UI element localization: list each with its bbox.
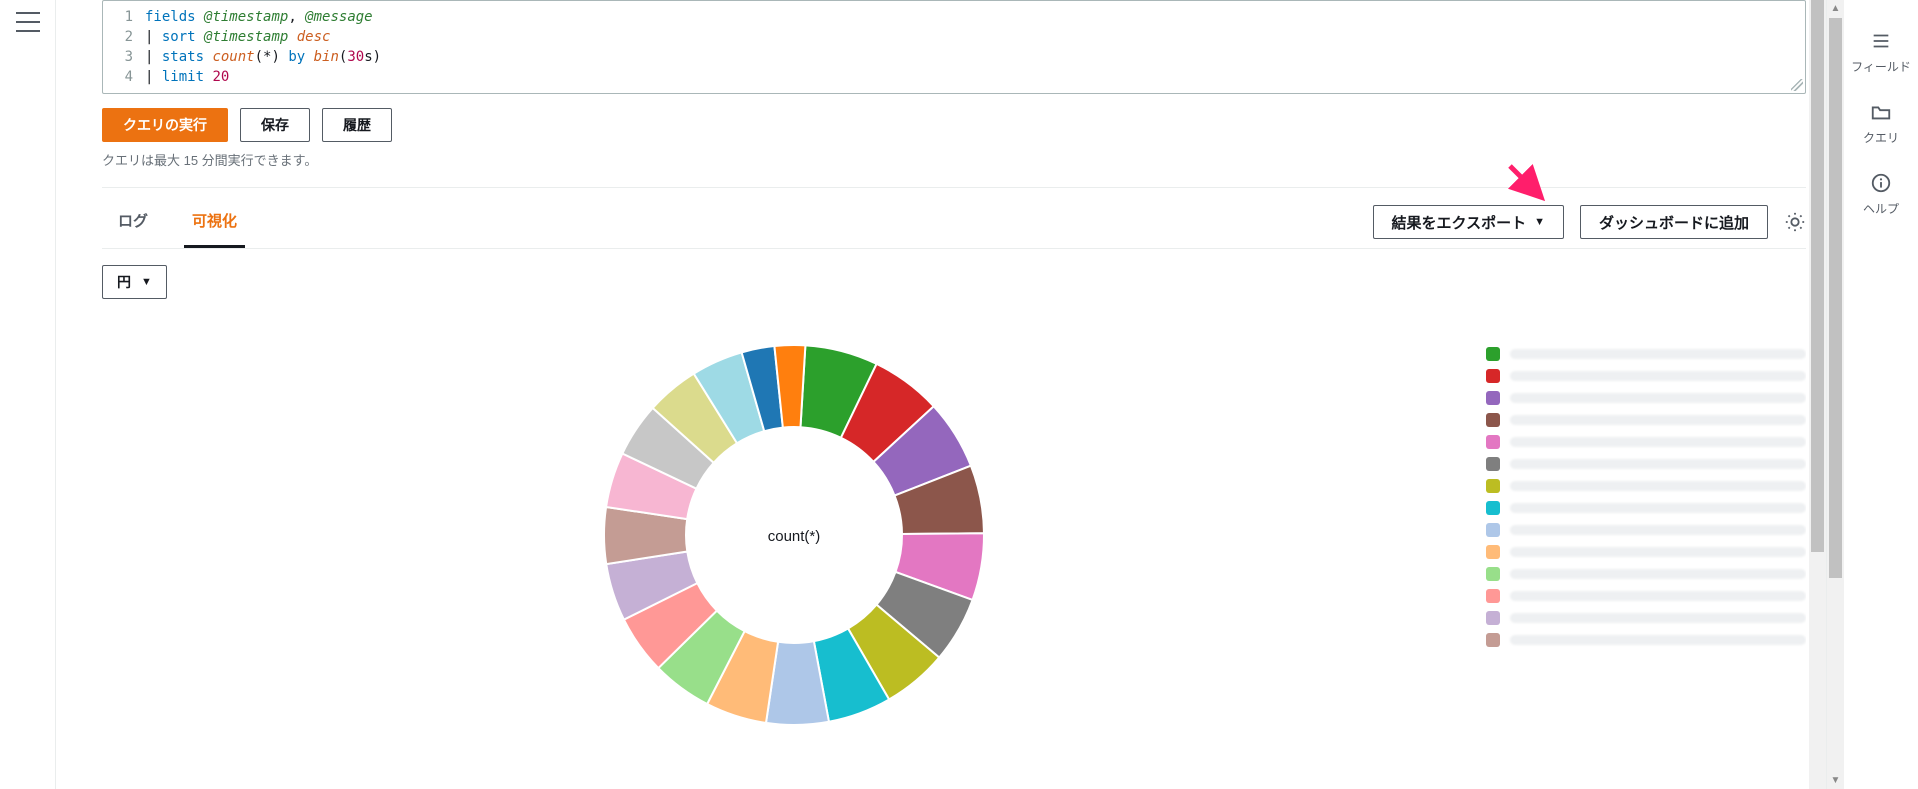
legend-swatch — [1486, 413, 1500, 427]
legend-label-redacted — [1510, 393, 1806, 403]
legend-item[interactable] — [1486, 607, 1806, 629]
editor-resize-handle[interactable] — [1791, 79, 1803, 91]
legend-label-redacted — [1510, 437, 1806, 447]
chevron-down-icon: ▼ — [1534, 216, 1545, 228]
legend-swatch — [1486, 369, 1500, 383]
chart-center-label: count(*) — [768, 528, 821, 545]
legend-label-redacted — [1510, 525, 1806, 535]
legend-item[interactable] — [1486, 409, 1806, 431]
editor-code[interactable]: fields @timestamp, @message | sort @time… — [145, 7, 1805, 87]
hamburger-icon — [1870, 30, 1892, 52]
query-actions: クエリの実行 保存 履歴 — [102, 108, 1806, 142]
query-hint: クエリは最大 15 分間実行できます。 — [102, 150, 1806, 169]
legend-item[interactable] — [1486, 629, 1806, 651]
legend-swatch — [1486, 479, 1500, 493]
chart-legend — [1486, 319, 1806, 789]
legend-label-redacted — [1510, 503, 1806, 513]
legend-label-redacted — [1510, 415, 1806, 425]
export-results-button[interactable]: 結果をエクスポート ▼ — [1373, 205, 1564, 239]
results-tabs: ログ 可視化 — [102, 196, 245, 248]
chart-type-label: 円 — [117, 272, 131, 292]
info-icon — [1870, 172, 1892, 194]
left-nav-rail — [0, 0, 56, 789]
legend-item[interactable] — [1486, 387, 1806, 409]
legend-item[interactable] — [1486, 563, 1806, 585]
legend-swatch — [1486, 457, 1500, 471]
legend-label-redacted — [1510, 349, 1806, 359]
chart-type-row: 円 ▼ — [102, 265, 1806, 299]
folder-icon — [1870, 101, 1892, 123]
legend-swatch — [1486, 545, 1500, 559]
legend-swatch — [1486, 435, 1500, 449]
legend-swatch — [1486, 523, 1500, 537]
legend-item[interactable] — [1486, 541, 1806, 563]
rail-help[interactable]: ヘルプ — [1863, 172, 1899, 217]
editor-line-gutter: 1 2 3 4 — [103, 7, 145, 87]
run-query-button[interactable]: クエリの実行 — [102, 108, 228, 142]
chart-type-select[interactable]: 円 ▼ — [102, 265, 167, 299]
legend-label-redacted — [1510, 459, 1806, 469]
menu-toggle-icon[interactable] — [16, 12, 40, 32]
export-results-label: 結果をエクスポート — [1392, 212, 1527, 233]
legend-item[interactable] — [1486, 343, 1806, 365]
chart-area: count(*) — [102, 319, 1806, 789]
legend-label-redacted — [1510, 613, 1806, 623]
donut-chart: count(*) — [102, 319, 1486, 789]
chevron-down-icon: ▼ — [141, 276, 152, 288]
legend-label-redacted — [1510, 481, 1806, 491]
legend-item[interactable] — [1486, 585, 1806, 607]
main-panel: 1 2 3 4 fields @timestamp, @message | so… — [56, 0, 1826, 789]
legend-item[interactable] — [1486, 519, 1806, 541]
add-to-dashboard-button[interactable]: ダッシュボードに追加 — [1580, 205, 1768, 239]
legend-swatch — [1486, 633, 1500, 647]
query-editor[interactable]: 1 2 3 4 fields @timestamp, @message | so… — [102, 0, 1806, 94]
legend-item[interactable] — [1486, 431, 1806, 453]
legend-label-redacted — [1510, 547, 1806, 557]
gear-icon[interactable] — [1784, 211, 1806, 233]
legend-label-redacted — [1510, 591, 1806, 601]
rail-queries[interactable]: クエリ — [1863, 101, 1899, 146]
legend-label-redacted — [1510, 569, 1806, 579]
legend-label-redacted — [1510, 371, 1806, 381]
main-scrollbar[interactable] — [1809, 0, 1826, 789]
legend-swatch — [1486, 501, 1500, 515]
history-button[interactable]: 履歴 — [322, 108, 392, 142]
tab-logs[interactable]: ログ — [110, 196, 156, 248]
right-rail: ▲ ▼ フィールド クエリ ヘルプ — [1826, 0, 1918, 789]
legend-swatch — [1486, 589, 1500, 603]
legend-swatch — [1486, 567, 1500, 581]
results-header: ログ 可視化 結果をエクスポート ▼ ダッシュボードに追加 — [102, 188, 1806, 248]
legend-item[interactable] — [1486, 475, 1806, 497]
legend-item[interactable] — [1486, 453, 1806, 475]
save-button[interactable]: 保存 — [240, 108, 310, 142]
legend-swatch — [1486, 611, 1500, 625]
tab-visualize[interactable]: 可視化 — [184, 196, 245, 248]
rail-fields[interactable]: フィールド — [1851, 30, 1911, 75]
right-scrollbar[interactable]: ▲ ▼ — [1827, 0, 1844, 789]
legend-label-redacted — [1510, 635, 1806, 645]
legend-item[interactable] — [1486, 365, 1806, 387]
legend-item[interactable] — [1486, 497, 1806, 519]
legend-swatch — [1486, 391, 1500, 405]
legend-swatch — [1486, 347, 1500, 361]
